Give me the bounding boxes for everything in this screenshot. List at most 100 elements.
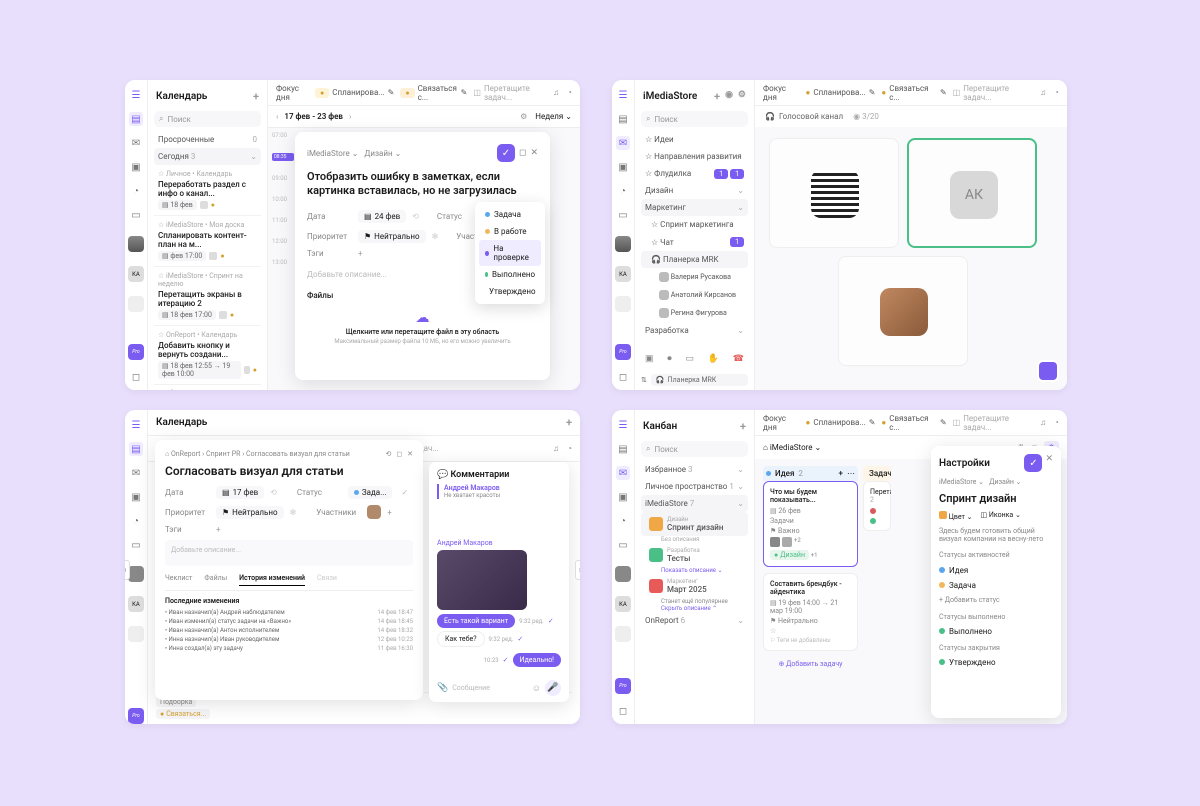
color-picker[interactable]: Цвет ⌄ bbox=[939, 511, 973, 521]
menu-icon[interactable]: ☰ bbox=[129, 88, 143, 102]
priority-select[interactable]: ⚑ Нейтрально bbox=[358, 230, 426, 243]
tab-checklist[interactable]: Чеклист bbox=[165, 574, 192, 586]
search-input[interactable]: ⌕ Поиск bbox=[641, 111, 748, 127]
contact-tab[interactable]: ● Связаться с... ✎ bbox=[400, 84, 467, 102]
menu-icon[interactable]: ☰ bbox=[616, 88, 630, 102]
hand-icon[interactable]: ✋ bbox=[708, 354, 719, 364]
attach-icon[interactable]: 📎 bbox=[437, 683, 448, 693]
section-onreport[interactable]: OnReport 6⌄ bbox=[641, 612, 748, 629]
collapse-right[interactable]: › bbox=[575, 560, 580, 580]
priority-select[interactable]: ⚑ Нейтрально bbox=[216, 506, 284, 519]
kanban-card[interactable]: Составить брендбук - айдентика ▤ 19 фев … bbox=[763, 573, 858, 651]
nav-ideas[interactable]: ☆ Идеи bbox=[641, 131, 748, 148]
bell-icon[interactable]: ◔ bbox=[616, 184, 630, 198]
bookmark-icon[interactable]: ◻ bbox=[616, 370, 630, 384]
search-input[interactable]: ⌕ Поиск bbox=[154, 111, 261, 127]
focus-tab[interactable]: Фокус дня bbox=[276, 84, 309, 102]
view-select[interactable]: Неделя ⌄ bbox=[535, 112, 572, 121]
desc-input[interactable]: Добавьте описание... bbox=[165, 540, 413, 566]
video-tile-1[interactable] bbox=[769, 138, 899, 248]
bookmark-button[interactable]: ◻ bbox=[519, 148, 526, 158]
status-option[interactable]: Утверждено bbox=[479, 283, 541, 300]
breadcrumb-1[interactable]: iMediaStore bbox=[307, 149, 350, 158]
section-ws[interactable]: iMediaStore 7⌄ bbox=[641, 495, 748, 512]
file-drop[interactable]: ☁ Щелкните или перетащите файл в эту обл… bbox=[307, 310, 538, 345]
status-row[interactable]: Утверждено bbox=[939, 656, 1053, 669]
mic-icon[interactable]: ⏺ bbox=[667, 354, 672, 364]
search-input[interactable]: ⌕ Поиск bbox=[641, 441, 748, 457]
date-row[interactable]: 18 февраля 7⌄ bbox=[154, 385, 261, 390]
nav-meeting[interactable]: 🎧 Планерка MRK bbox=[641, 251, 748, 268]
date-range[interactable]: 17 фев - 23 фев bbox=[284, 112, 343, 121]
avatar-3[interactable] bbox=[615, 296, 631, 312]
pro-badge[interactable]: Pro bbox=[615, 344, 631, 360]
video-tile-3[interactable] bbox=[838, 256, 968, 366]
breadcrumb-2[interactable]: Дизайн bbox=[364, 149, 392, 158]
folder-icon[interactable]: ▭ bbox=[129, 208, 143, 222]
status-option[interactable]: На проверке bbox=[479, 240, 541, 266]
kanban-card[interactable]: Что мы будем показывать... ▤ 26 фев Зада… bbox=[763, 481, 858, 567]
avatar-2[interactable]: KA bbox=[128, 266, 144, 282]
avatar-3[interactable] bbox=[128, 296, 144, 312]
avatar-2[interactable]: KA bbox=[615, 266, 631, 282]
task-row[interactable]: ☆ iMediaStore • Спринт на неделюПеретащи… bbox=[154, 267, 261, 326]
status-option[interactable]: Выполнено bbox=[479, 266, 541, 283]
add-tag[interactable]: + bbox=[358, 249, 363, 258]
cam-icon[interactable]: ▣ bbox=[645, 354, 654, 364]
task-row[interactable]: ☆ OnReport • КалендарьДобавить кнопку и … bbox=[154, 326, 261, 385]
person-row[interactable]: Регина Фигурова bbox=[641, 304, 748, 322]
section-overdue[interactable]: Просроченные0 bbox=[154, 131, 261, 148]
section-fav[interactable]: Избранное 3⌄ bbox=[641, 461, 748, 478]
project-row[interactable]: РазработкаТесты bbox=[641, 543, 748, 567]
calendar-icon[interactable]: ▤ bbox=[129, 112, 143, 126]
sprint-name[interactable]: Спринт дизайн bbox=[939, 492, 1053, 505]
tab-files[interactable]: Файлы bbox=[204, 574, 227, 586]
section-today[interactable]: Сегодня 3⌄ bbox=[154, 148, 261, 165]
section-dev[interactable]: Разработка⌄ bbox=[641, 322, 748, 339]
status-row[interactable]: Задача bbox=[939, 578, 1053, 593]
settings-icon[interactable]: ⚙ bbox=[738, 90, 746, 103]
confirm-button[interactable]: ✓ bbox=[497, 144, 515, 162]
doc-icon[interactable]: ▣ bbox=[616, 160, 630, 174]
status-row[interactable]: Выполнено bbox=[939, 625, 1053, 638]
icon-picker[interactable]: ◫ Иконка ⌄ bbox=[981, 511, 1021, 521]
people-icon[interactable]: ◉ bbox=[725, 90, 733, 103]
collapse-left[interactable]: ‹ bbox=[125, 560, 130, 580]
msg-input[interactable]: Сообщение bbox=[452, 684, 528, 692]
screen-icon[interactable]: ▭ bbox=[686, 354, 695, 364]
notif-icon[interactable]: ♫ bbox=[553, 88, 559, 97]
section-marketing[interactable]: Маркетинг⌄ bbox=[641, 199, 748, 216]
assignee-avatar[interactable] bbox=[367, 505, 381, 519]
project-row[interactable]: ДизайнСпринт дизайн bbox=[641, 512, 748, 536]
sprint-desc[interactable]: Здесь будем готовить общий визуал компан… bbox=[939, 527, 1053, 543]
date-next[interactable]: › bbox=[349, 112, 351, 121]
folder-icon[interactable]: ▭ bbox=[616, 208, 630, 222]
chat-icon[interactable]: ✉ bbox=[129, 136, 143, 150]
person-row[interactable]: Валерия Русакова bbox=[641, 268, 748, 286]
voice-icon[interactable]: 🎤 bbox=[545, 680, 561, 696]
chat-icon[interactable]: ✉ bbox=[616, 136, 630, 150]
user-icon[interactable]: ◔ bbox=[567, 88, 572, 97]
filter-icon[interactable]: ⚙ bbox=[520, 112, 527, 121]
close-button[interactable]: ✕ bbox=[530, 148, 538, 158]
status-option[interactable]: Задача bbox=[479, 206, 541, 223]
nav-sprint[interactable]: ☆ Спринт маркетинга bbox=[641, 216, 748, 233]
hangup-icon[interactable]: ☎ bbox=[733, 354, 744, 364]
task-row[interactable]: ☆ iMediaStore • Моя доскаСпланировать ко… bbox=[154, 216, 261, 267]
date-picker[interactable]: ▤ 24 фев bbox=[358, 210, 406, 223]
bell-icon[interactable]: ◔ bbox=[129, 184, 143, 198]
avatar-1[interactable] bbox=[615, 236, 631, 252]
pro-badge[interactable]: Pro bbox=[128, 344, 144, 360]
plan-tab[interactable]: ● Спланирова... ✎ bbox=[315, 88, 394, 98]
breadcrumb[interactable]: ⌂ OnReport › Спринт PR › Согласовать виз… bbox=[165, 450, 350, 458]
section-personal[interactable]: Личное пространство 1⌄ bbox=[641, 478, 748, 495]
avatar-1[interactable] bbox=[128, 236, 144, 252]
video-tile-2[interactable]: АК bbox=[907, 138, 1037, 248]
nav-flood[interactable]: ☆ Флудилка1 1 bbox=[641, 165, 748, 182]
add-status[interactable]: + Добавить статус bbox=[939, 593, 1053, 607]
doc-icon[interactable]: ▣ bbox=[129, 160, 143, 174]
date-prev[interactable]: ‹ bbox=[276, 112, 278, 121]
add-card[interactable]: ⊕ Добавить задачу bbox=[763, 657, 858, 671]
task-row[interactable]: ☆ Личное • КалендарьПереработать раздел … bbox=[154, 165, 261, 216]
self-video[interactable] bbox=[1037, 360, 1059, 382]
